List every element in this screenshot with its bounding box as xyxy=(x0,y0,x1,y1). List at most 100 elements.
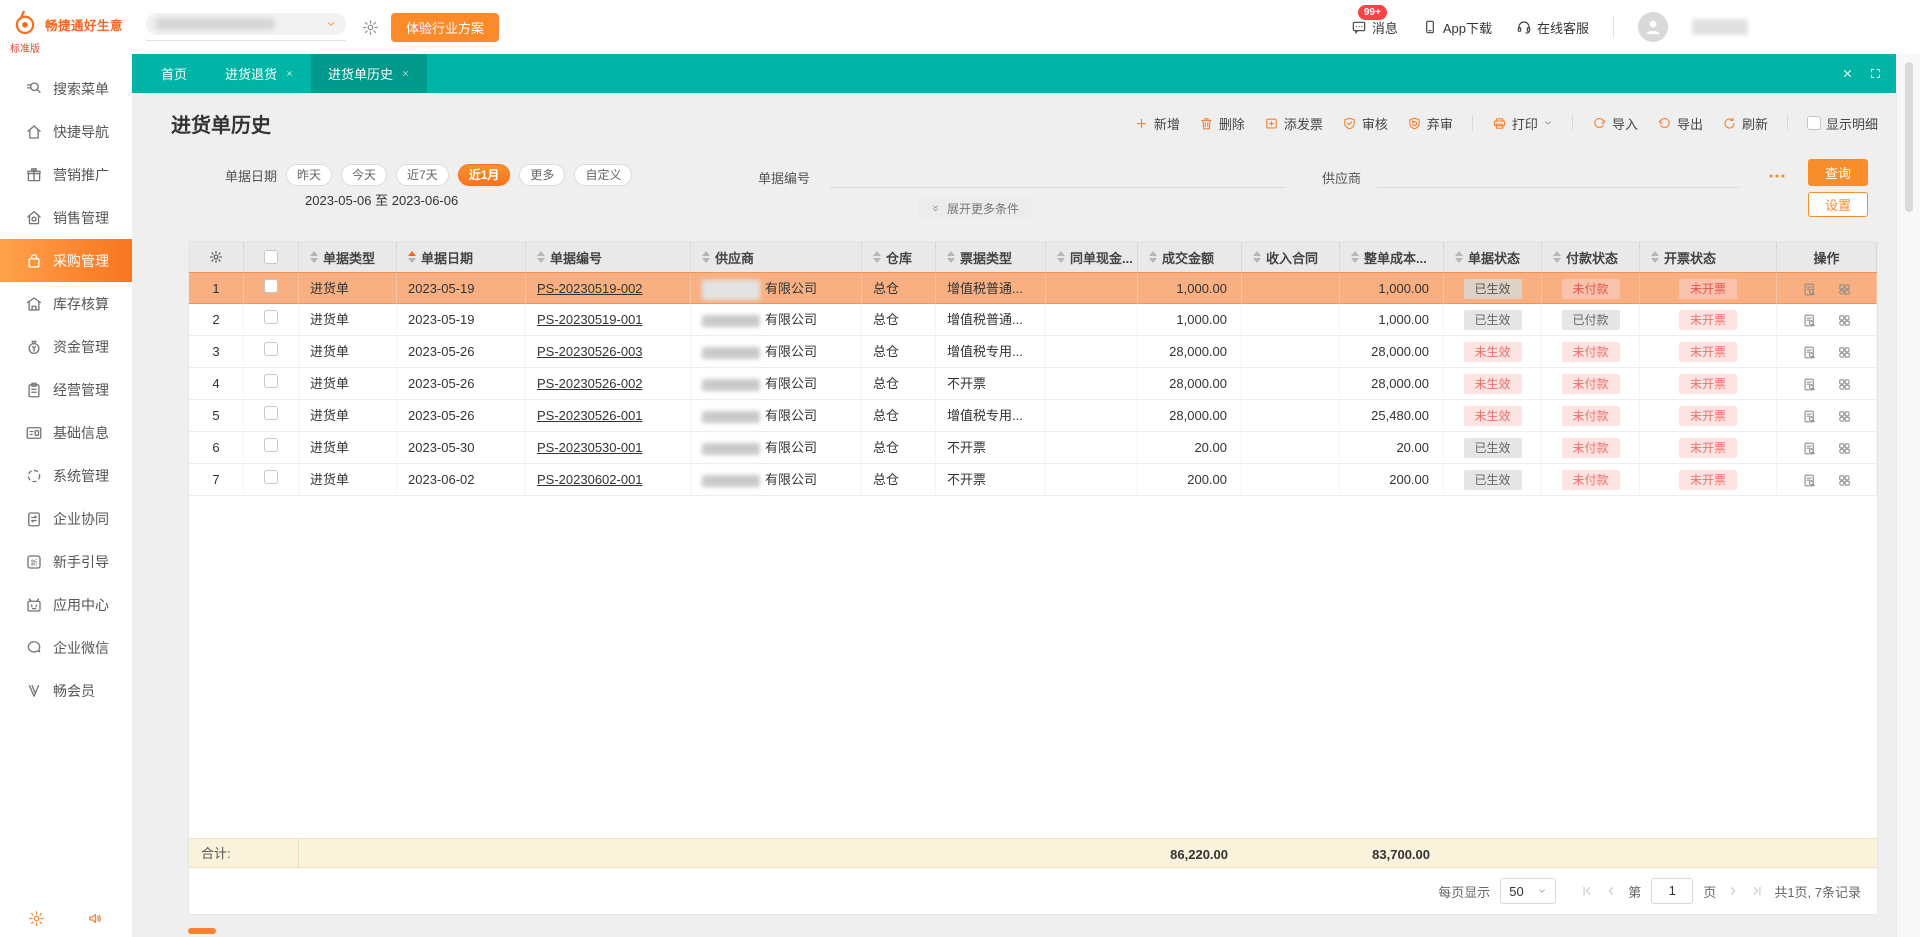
sidebar-item-gift[interactable]: 营销推广 xyxy=(0,153,132,196)
sort-icon[interactable] xyxy=(702,251,710,263)
col-header[interactable]: 单据日期 xyxy=(397,242,526,272)
col-header[interactable]: 仓库 xyxy=(862,242,936,272)
toolbar-invoice-plus-button[interactable]: 添发票 xyxy=(1264,114,1323,133)
tab-close-icon[interactable] xyxy=(401,69,410,78)
row-checkbox[interactable] xyxy=(264,470,278,484)
toolbar-printer-button[interactable]: 打印 xyxy=(1492,114,1553,133)
row-select[interactable] xyxy=(244,304,299,336)
doc-no-link[interactable]: PS-20230602-001 xyxy=(537,472,643,487)
tab-2[interactable]: 进货单历史 xyxy=(311,54,428,93)
toolbar-refresh-button[interactable]: 刷新 xyxy=(1722,114,1768,133)
row-checkbox[interactable] xyxy=(264,406,278,420)
more-filters-icon[interactable] xyxy=(1766,165,1788,187)
search-input[interactable] xyxy=(146,13,346,35)
tab-1[interactable]: 进货退货 xyxy=(208,54,311,93)
sort-icon[interactable] xyxy=(1553,251,1561,263)
date-pill-昨天[interactable]: 昨天 xyxy=(286,164,333,186)
col-header[interactable]: 收入合同 xyxy=(1242,242,1340,272)
sidebar-item-wechat[interactable]: 企业微信 xyxy=(0,626,132,669)
topbar-headset[interactable]: 在线客服 xyxy=(1516,18,1589,37)
row-select[interactable] xyxy=(244,432,299,464)
sort-icon[interactable] xyxy=(1455,251,1463,263)
doc-no-link[interactable]: PS-20230526-002 xyxy=(537,376,643,391)
col-header[interactable]: 单据状态 xyxy=(1444,242,1542,272)
sort-icon[interactable] xyxy=(873,251,881,263)
view-detail-icon[interactable] xyxy=(1802,282,1817,297)
fullscreen-icon[interactable] xyxy=(1869,67,1882,80)
select-all[interactable] xyxy=(244,242,299,272)
vertical-scrollbar[interactable] xyxy=(1896,54,1920,937)
show-detail-checkbox[interactable] xyxy=(1806,116,1821,130)
toolbar-shield-undo-button[interactable]: 弃审 xyxy=(1407,114,1453,133)
avatar[interactable] xyxy=(1638,12,1668,42)
sidebar-item-collab[interactable]: 企业协同 xyxy=(0,497,132,540)
col-header[interactable]: 票据类型 xyxy=(936,242,1046,272)
chevron-down-icon[interactable] xyxy=(325,18,337,30)
sidebar-item-appcenter[interactable]: 应用中心 xyxy=(0,583,132,626)
first-page-button[interactable] xyxy=(1580,884,1594,898)
table-row[interactable]: 7 进货单 2023-06-02 PS-20230602-001 有限公司 总仓 不开票 20… xyxy=(189,464,1877,496)
sidebar-item-warehouse[interactable]: 库存核算 xyxy=(0,282,132,325)
sort-icon[interactable] xyxy=(947,251,955,263)
more-actions-icon[interactable] xyxy=(1837,282,1852,297)
doc-no-input[interactable] xyxy=(830,164,1285,188)
col-header[interactable]: 操作 xyxy=(1777,242,1877,272)
sidebar-item-search[interactable]: 搜索菜单 xyxy=(0,67,132,110)
sidebar-item-clipboard[interactable]: 经营管理 xyxy=(0,368,132,411)
toolbar-import-button[interactable]: 导入 xyxy=(1592,114,1638,133)
next-page-button[interactable] xyxy=(1726,884,1740,898)
sort-icon[interactable] xyxy=(1351,251,1359,263)
col-header[interactable]: 成交金额 xyxy=(1138,242,1242,272)
more-actions-icon[interactable] xyxy=(1837,473,1852,488)
view-detail-icon[interactable] xyxy=(1802,473,1817,488)
global-search[interactable] xyxy=(146,13,346,41)
doc-no-link[interactable]: PS-20230519-001 xyxy=(537,312,643,327)
table-row[interactable]: 6 进货单 2023-05-30 PS-20230530-001 有限公司 总仓 不开票 20… xyxy=(189,432,1877,464)
more-actions-icon[interactable] xyxy=(1837,345,1852,360)
row-checkbox[interactable] xyxy=(264,342,278,356)
row-select[interactable] xyxy=(244,336,299,368)
view-detail-icon[interactable] xyxy=(1802,377,1817,392)
sidebar-item-store[interactable]: 销售管理 xyxy=(0,196,132,239)
row-checkbox[interactable] xyxy=(264,374,278,388)
query-button[interactable]: 查询 xyxy=(1808,159,1868,186)
row-select[interactable] xyxy=(244,400,299,432)
date-pill-近1月[interactable]: 近1月 xyxy=(457,164,511,186)
more-actions-icon[interactable] xyxy=(1837,377,1852,392)
row-checkbox[interactable] xyxy=(264,279,278,293)
toolbar-trash-button[interactable]: 删除 xyxy=(1199,114,1245,133)
sort-icon[interactable] xyxy=(1651,251,1659,263)
sidebar-item-vip[interactable]: 畅会员 xyxy=(0,669,132,712)
row-select[interactable] xyxy=(244,464,299,496)
row-select[interactable] xyxy=(244,368,299,400)
gear-icon[interactable] xyxy=(362,19,379,36)
col-header[interactable]: 单据编号 xyxy=(526,242,691,272)
toolbar-plus-button[interactable]: 新增 xyxy=(1134,114,1180,133)
sidebar-item-loader[interactable]: 系统管理 xyxy=(0,454,132,497)
date-pill-更多[interactable]: 更多 xyxy=(519,164,566,186)
row-checkbox[interactable] xyxy=(264,310,278,324)
column-settings-icon[interactable] xyxy=(209,250,223,264)
sort-icon[interactable] xyxy=(408,251,416,263)
doc-no-link[interactable]: PS-20230530-001 xyxy=(537,440,643,455)
row-checkbox[interactable] xyxy=(264,438,278,452)
prev-page-button[interactable] xyxy=(1604,884,1618,898)
table-row[interactable]: 2 进货单 2023-05-19 PS-20230519-001 有限公司 总仓 增值税普通… xyxy=(189,304,1877,336)
doc-no-link[interactable]: PS-20230526-003 xyxy=(537,344,643,359)
table-row[interactable]: 3 进货单 2023-05-26 PS-20230526-003 有限公司 总仓 增值税专用… xyxy=(189,336,1877,368)
sort-icon[interactable] xyxy=(1149,251,1157,263)
settings-icon[interactable] xyxy=(28,910,45,927)
doc-no-link[interactable]: PS-20230519-002 xyxy=(537,281,643,296)
col-header[interactable]: 单据类型 xyxy=(299,242,397,272)
sidebar-item-idcard[interactable]: 基础信息 xyxy=(0,411,132,454)
select-all-checkbox[interactable] xyxy=(264,250,278,264)
tab-0[interactable]: 首页 xyxy=(140,54,208,93)
sidebar-item-bag[interactable]: 采购管理 xyxy=(0,239,132,282)
filter-settings-button[interactable]: 设置 xyxy=(1808,192,1868,217)
col-header[interactable]: 整单成本... xyxy=(1340,242,1444,272)
topbar-message[interactable]: 99+ 消息 xyxy=(1351,4,1398,37)
view-detail-icon[interactable] xyxy=(1802,409,1817,424)
doc-no-link[interactable]: PS-20230526-001 xyxy=(537,408,643,423)
sidebar-item-home[interactable]: 快捷导航 xyxy=(0,110,132,153)
toolbar-export-button[interactable]: 导出 xyxy=(1657,114,1703,133)
